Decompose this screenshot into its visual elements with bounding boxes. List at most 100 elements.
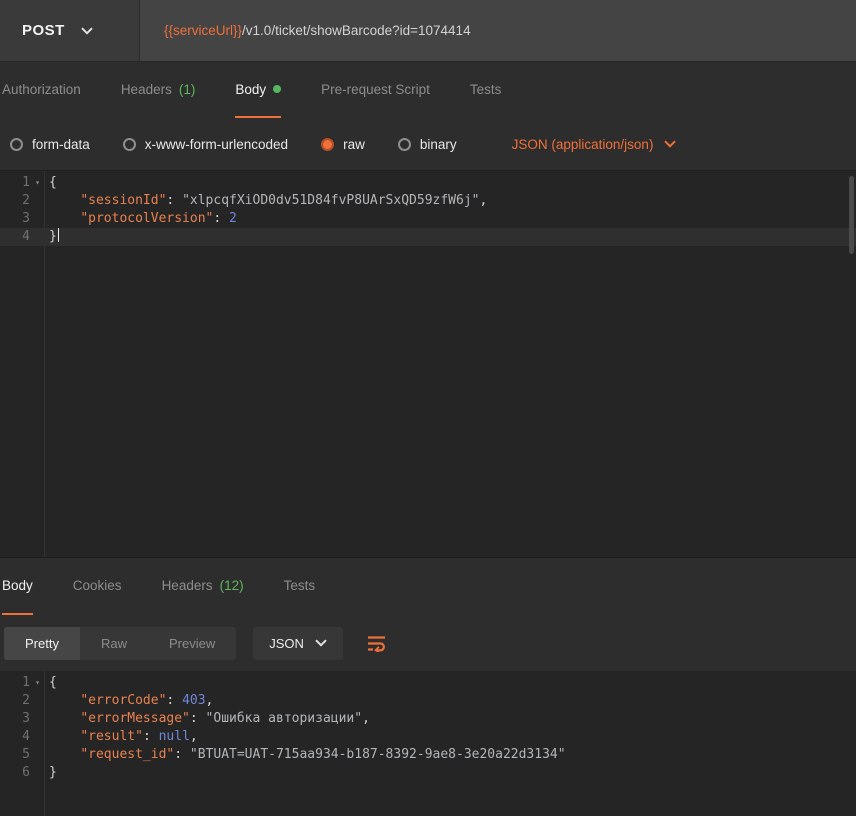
code-token: "sessionId" — [80, 193, 167, 208]
code-token: , — [205, 693, 214, 708]
code-token: , — [479, 193, 488, 208]
response-tab-cookies[interactable]: Cookies — [73, 558, 122, 615]
code-token: "errorMessage" — [80, 711, 190, 726]
text-cursor — [57, 228, 59, 242]
chevron-down-icon — [315, 639, 327, 647]
response-panel: Body Cookies Headers (12) Tests Pretty R… — [0, 557, 856, 816]
tab-pre-request-script[interactable]: Pre-request Script — [321, 62, 430, 118]
response-tabs: Body Cookies Headers (12) Tests — [0, 558, 856, 615]
code-text: } — [45, 228, 59, 246]
chevron-down-icon — [664, 140, 677, 148]
line-number: 6 — [22, 765, 30, 780]
code-text: { — [45, 174, 57, 192]
line-number: 1 — [22, 675, 30, 690]
line-number: 5 — [22, 747, 30, 762]
code-token: { — [49, 175, 57, 190]
wrap-text-button[interactable] — [362, 628, 392, 658]
code-token: "protocolVersion" — [80, 211, 214, 226]
code-token: "BTUAT=UAT-715aa934-b187-8392-9ae8-3e20a… — [189, 747, 566, 762]
code-token: 2 — [229, 211, 237, 226]
code-token: "errorCode" — [80, 693, 167, 708]
response-tab-tests[interactable]: Tests — [284, 558, 316, 615]
code-line: 2 "errorCode": 403, — [0, 692, 856, 710]
code-token: , — [362, 711, 370, 726]
response-body-editor[interactable]: 1 ▾{2 "errorCode": 403, 3 "errorMessage": … — [0, 671, 856, 816]
code-token: : — [174, 747, 190, 762]
mode-x-www-form-urlencoded[interactable]: x-www-form-urlencoded — [122, 137, 288, 152]
fold-arrow-icon[interactable]: ▾ — [30, 174, 45, 192]
code-line: 4 "result": null, — [0, 728, 856, 746]
code-token: } — [49, 229, 57, 244]
body-mode-bar: form-data x-www-form-urlencoded raw bina… — [0, 118, 856, 171]
line-number: 1 — [22, 175, 30, 190]
code-token: , — [189, 729, 198, 744]
request-url-bar: POST {{serviceUrl}}/v1.0/ticket/showBarc… — [0, 0, 856, 62]
code-token: : — [166, 693, 183, 708]
code-token: "result" — [80, 729, 143, 744]
code-line: 5 "request_id": "BTUAT=UAT-715aa934-b187… — [0, 746, 856, 764]
tab-tests[interactable]: Tests — [470, 62, 502, 118]
code-line: 4} — [0, 228, 856, 246]
response-toolbar: Pretty Raw Preview JSON — [0, 615, 856, 671]
code-text: "request_id": "BTUAT=UAT-715aa934-b187-8… — [45, 746, 566, 764]
url-input[interactable]: {{serviceUrl}}/v1.0/ticket/showBarcode?i… — [140, 0, 856, 61]
tab-authorization[interactable]: Authorization — [2, 62, 81, 118]
fold-arrow-icon[interactable]: ▾ — [30, 674, 45, 692]
content-type-select[interactable]: JSON (application/json) — [512, 137, 677, 152]
request-body-editor[interactable]: 1 ▾ {2 "sessionId": "xlpcqfXiOD0dv51D84fvP… — [0, 171, 856, 557]
view-preview-button[interactable]: Preview — [148, 627, 236, 660]
mode-label: form-data — [32, 136, 90, 152]
method-selector[interactable]: POST — [0, 0, 140, 61]
editor-scrollbar[interactable] — [849, 176, 854, 254]
mode-form-data[interactable]: form-data — [10, 137, 90, 152]
request-tabs: Authorization Headers (1) Body Pre-reque… — [0, 62, 856, 118]
body-filled-dot-icon — [273, 85, 282, 93]
code-token: } — [49, 765, 57, 780]
code-token: 403 — [182, 693, 206, 708]
code-token: "Ошибка авторизации" — [205, 711, 363, 726]
mode-label: binary — [419, 136, 457, 152]
radio-icon — [397, 137, 411, 151]
code-token: { — [49, 675, 57, 690]
line-number: 2 — [22, 693, 30, 708]
content-type-label: JSON (application/json) — [511, 136, 654, 152]
mode-binary[interactable]: binary — [397, 136, 457, 152]
response-view-switcher: Pretty Raw Preview — [4, 626, 237, 660]
response-tab-body[interactable]: Body — [2, 558, 33, 615]
code-token: "request_id" — [80, 747, 175, 762]
url-path: /v1.0/ticket/showBarcode?id=1074414 — [242, 23, 471, 38]
code-line: 6} — [0, 764, 856, 782]
tab-label: Headers — [120, 81, 172, 97]
chevron-down-icon — [81, 26, 93, 35]
view-raw-button[interactable]: Raw — [80, 627, 148, 660]
line-number: 3 — [22, 711, 30, 726]
headers-count-badge: (12) — [219, 578, 244, 593]
code-text: "protocolVersion": 2 — [45, 210, 237, 228]
code-token: : — [189, 711, 206, 726]
mode-raw[interactable]: raw — [321, 137, 365, 152]
code-token: : — [213, 211, 230, 226]
tab-label: Body — [2, 578, 33, 593]
mode-label: raw — [343, 136, 365, 152]
response-format-select[interactable]: JSON — [253, 626, 343, 660]
code-token: : — [142, 729, 159, 744]
line-number: 2 — [22, 193, 30, 208]
line-number: 3 — [22, 211, 30, 226]
method-label: POST — [22, 22, 65, 39]
tab-body[interactable]: Body — [235, 62, 282, 118]
code-line: 1 ▾ { — [0, 174, 856, 192]
tab-headers[interactable]: Headers (1) — [121, 62, 196, 118]
view-pretty-button[interactable]: Pretty — [4, 626, 80, 660]
format-label: JSON — [269, 635, 304, 651]
response-tab-headers[interactable]: Headers (12) — [162, 558, 244, 615]
wrap-text-icon — [367, 635, 385, 652]
tab-label: Tests — [469, 81, 502, 97]
radio-selected-icon — [321, 137, 335, 151]
code-token: null — [158, 729, 190, 744]
